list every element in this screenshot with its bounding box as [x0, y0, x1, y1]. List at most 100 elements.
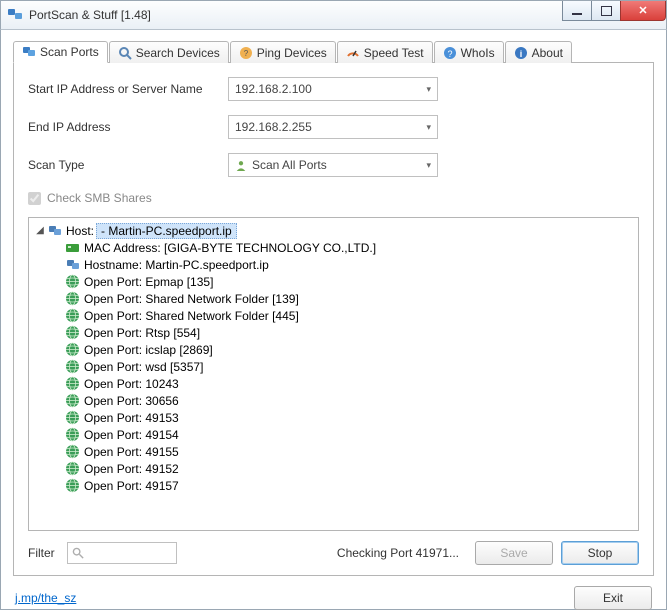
- tree-item-text: Open Port: 30656: [84, 394, 179, 408]
- tree-item[interactable]: Open Port: icslap [2869]: [35, 341, 636, 358]
- titlebar: PortScan & Stuff [1.48]: [0, 0, 667, 30]
- tab-label: Scan Ports: [40, 45, 99, 59]
- tab-speed-test[interactable]: Speed Test: [337, 41, 433, 63]
- globe-icon: [65, 308, 80, 323]
- chevron-down-icon: ▾: [426, 84, 431, 95]
- chevron-down-icon: ▾: [426, 160, 431, 171]
- monitors-icon: [22, 45, 36, 59]
- tab-ping-devices[interactable]: Ping Devices: [230, 41, 336, 63]
- globe-icon: [65, 393, 80, 408]
- tree-item[interactable]: Open Port: 10243: [35, 375, 636, 392]
- search-icon: [118, 46, 132, 60]
- window-title: PortScan & Stuff [1.48]: [29, 8, 151, 22]
- tree-item-text: Open Port: Epmap [135]: [84, 275, 213, 289]
- search-icon: [72, 547, 85, 560]
- footer-link[interactable]: j.mp/the_sz: [15, 591, 76, 605]
- end-ip-label: End IP Address: [28, 120, 228, 134]
- host-icon: [65, 257, 80, 272]
- tree-item[interactable]: Open Port: Shared Network Folder [445]: [35, 307, 636, 324]
- start-ip-label: Start IP Address or Server Name: [28, 82, 228, 96]
- tab-scan-ports[interactable]: Scan Ports: [13, 41, 108, 63]
- globe-icon: [65, 410, 80, 425]
- tree-item-text: Open Port: Shared Network Folder [445]: [84, 309, 299, 323]
- tab-search-devices[interactable]: Search Devices: [109, 41, 229, 63]
- card-icon: [65, 240, 80, 255]
- app-icon: [7, 7, 23, 23]
- globe-icon: [65, 461, 80, 476]
- tree-item-text: Open Port: 49152: [84, 462, 179, 476]
- tab-bar: Scan Ports Search Devices Ping Devices S…: [13, 40, 654, 63]
- start-ip-input[interactable]: 192.168.2.100 ▾: [228, 77, 438, 101]
- filter-input[interactable]: [67, 542, 177, 564]
- tab-label: Search Devices: [136, 46, 220, 60]
- tree-item-text: Open Port: 49157: [84, 479, 179, 493]
- globe-icon: [65, 444, 80, 459]
- ping-icon: [239, 46, 253, 60]
- globe-icon: [65, 359, 80, 374]
- tree-item[interactable]: Open Port: 30656: [35, 392, 636, 409]
- tree-item-text: Open Port: 10243: [84, 377, 179, 391]
- globe-icon: [65, 342, 80, 357]
- tab-label: Ping Devices: [257, 46, 327, 60]
- tree-item[interactable]: Open Port: 49152: [35, 460, 636, 477]
- start-ip-value: 192.168.2.100: [235, 82, 312, 96]
- close-button[interactable]: [620, 1, 666, 21]
- scan-type-label: Scan Type: [28, 158, 228, 172]
- info-icon: [514, 46, 528, 60]
- tree-item[interactable]: Open Port: 49154: [35, 426, 636, 443]
- tree-item-text: Open Port: Shared Network Folder [139]: [84, 292, 299, 306]
- globe-icon: [65, 325, 80, 340]
- maximize-button[interactable]: [591, 1, 621, 21]
- stop-button[interactable]: Stop: [561, 541, 639, 565]
- save-button[interactable]: Save: [475, 541, 553, 565]
- tree-item[interactable]: Open Port: 49153: [35, 409, 636, 426]
- tree-item[interactable]: Open Port: wsd [5357]: [35, 358, 636, 375]
- tree-item-text: Open Port: icslap [2869]: [84, 343, 213, 357]
- speed-icon: [346, 46, 360, 60]
- globe-icon: [65, 427, 80, 442]
- results-tree[interactable]: ◢ Host: - Martin-PC.speedport.ip MAC Add…: [29, 218, 638, 530]
- exit-button[interactable]: Exit: [574, 586, 652, 610]
- tree-item[interactable]: MAC Address: [GIGA-BYTE TECHNOLOGY CO.,L…: [35, 239, 636, 256]
- tree-item[interactable]: Open Port: Rtsp [554]: [35, 324, 636, 341]
- end-ip-value: 192.168.2.255: [235, 120, 312, 134]
- end-ip-input[interactable]: 192.168.2.255 ▾: [228, 115, 438, 139]
- smb-checkbox[interactable]: [28, 192, 41, 205]
- tree-item-text: Open Port: wsd [5357]: [84, 360, 203, 374]
- scan-type-select[interactable]: Scan All Ports ▾: [228, 153, 438, 177]
- tree-item-text: Hostname: Martin-PC.speedport.ip: [84, 258, 269, 272]
- host-name: - Martin-PC.speedport.ip: [96, 223, 237, 239]
- host-icon: [47, 223, 62, 238]
- globe-icon: [65, 478, 80, 493]
- tree-item-text: Open Port: 49153: [84, 411, 179, 425]
- tab-panel: Start IP Address or Server Name 192.168.…: [13, 63, 654, 576]
- tab-label: About: [532, 46, 563, 60]
- tree-item[interactable]: Open Port: 49157: [35, 477, 636, 494]
- whois-icon: [443, 46, 457, 60]
- tab-about[interactable]: About: [505, 41, 572, 63]
- host-row[interactable]: ◢ Host: - Martin-PC.speedport.ip: [35, 222, 636, 239]
- host-label: Host:: [66, 224, 94, 238]
- globe-icon: [65, 291, 80, 306]
- collapse-icon[interactable]: ◢: [35, 225, 45, 236]
- tree-item[interactable]: Open Port: Epmap [135]: [35, 273, 636, 290]
- status-text: Checking Port 41971...: [337, 546, 459, 560]
- tree-item-text: Open Port: Rtsp [554]: [84, 326, 200, 340]
- tree-item-text: Open Port: 49154: [84, 428, 179, 442]
- tree-item-text: MAC Address: [GIGA-BYTE TECHNOLOGY CO.,L…: [84, 241, 376, 255]
- globe-icon: [65, 274, 80, 289]
- tab-whois[interactable]: WhoIs: [434, 41, 504, 63]
- chevron-down-icon: ▾: [426, 122, 431, 133]
- tree-item[interactable]: Hostname: Martin-PC.speedport.ip: [35, 256, 636, 273]
- tab-label: WhoIs: [461, 46, 495, 60]
- smb-label: Check SMB Shares: [47, 191, 152, 205]
- person-icon: [235, 159, 247, 171]
- scan-type-value: Scan All Ports: [252, 158, 327, 172]
- tree-item-text: Open Port: 49155: [84, 445, 179, 459]
- globe-icon: [65, 376, 80, 391]
- minimize-button[interactable]: [562, 1, 592, 21]
- filter-label: Filter: [28, 546, 55, 560]
- tree-item[interactable]: Open Port: 49155: [35, 443, 636, 460]
- tree-item[interactable]: Open Port: Shared Network Folder [139]: [35, 290, 636, 307]
- tab-label: Speed Test: [364, 46, 424, 60]
